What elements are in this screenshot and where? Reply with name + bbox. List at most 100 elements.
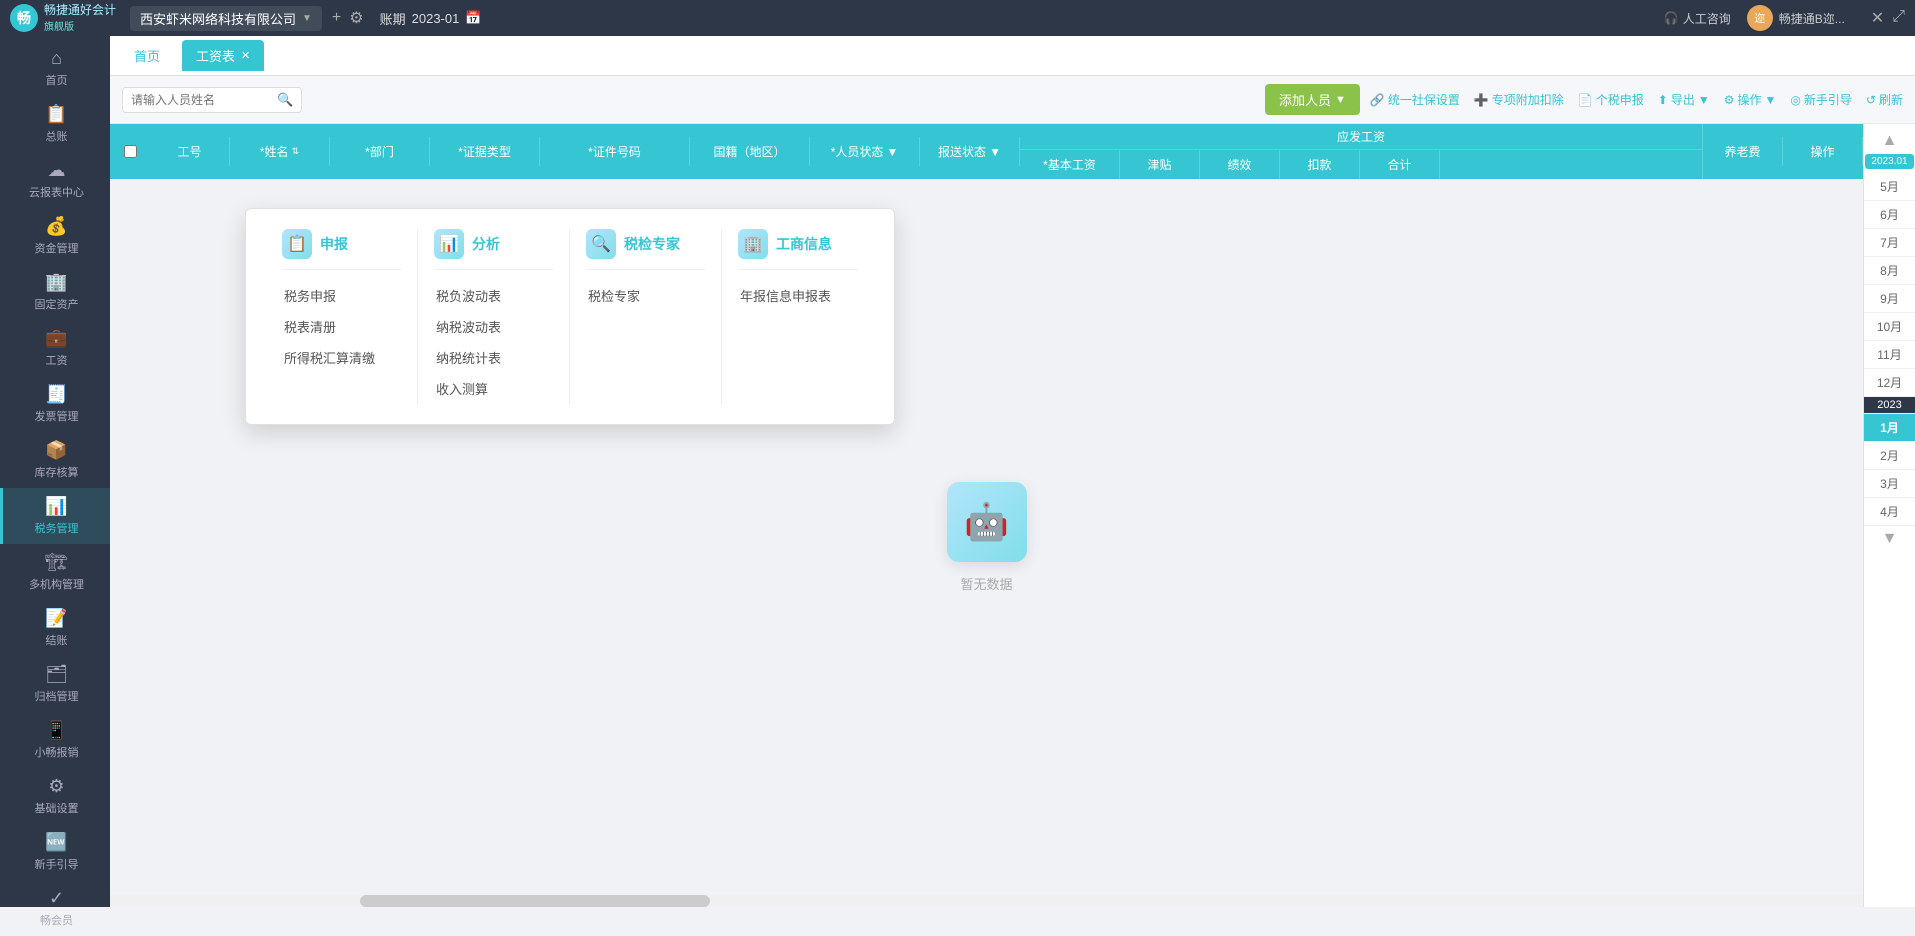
scrollbar-area[interactable] [110,895,1863,907]
th-base-wage: *基本工资 [1020,150,1120,179]
th-dept: *部门 [330,137,430,166]
archive-icon: 🗂 [45,664,68,685]
logo-icon: 畅 [10,4,38,32]
menu-item-tax-statistics[interactable]: 纳税统计表 [434,342,553,373]
member-icon: ✓ [49,888,64,909]
menu-item-annual-report[interactable]: 年报信息申报表 [738,280,858,311]
cal-month-5[interactable]: 5月 [1864,173,1915,201]
menu-item-income-tax-settlement[interactable]: 所得税汇算清缴 [282,342,401,373]
table-header: 工号 *姓名 ⇅ *部门 *证据类型 *证件号码 国籍（地区） *人员状态 ▼ … [110,124,1863,179]
add-person-button[interactable]: 添加人员 ▼ [1265,84,1360,115]
settlement-icon: 📝 [45,608,67,629]
cal-month-3[interactable]: 3月 [1864,470,1915,498]
search-input[interactable] [131,93,271,107]
settings-icon[interactable]: ⚙ [349,8,363,28]
menu-item-tax-table-list[interactable]: 税表清册 [282,311,401,342]
th-id-number: *证件号码 [540,137,690,166]
sidebar-item-xiaochang[interactable]: 📱 小畅报销 [0,712,110,768]
sidebar-item-tax[interactable]: 📊 税务管理 [0,488,110,544]
guide-action[interactable]: ◎ 新手引导 [1790,91,1852,108]
company-selector[interactable]: 西安虾米网络科技有限公司 ▼ [130,6,322,31]
th-deduction: 扣款 [1280,150,1360,179]
calendar-icon[interactable]: 📅 [465,10,481,26]
operations-action[interactable]: ⚙ 操作 ▼ [1724,91,1777,108]
filter-icon[interactable]: ▼ [989,145,1001,159]
cal-month-10[interactable]: 10月 [1864,313,1915,341]
xiaochang-icon: 📱 [45,720,67,741]
maximize-icon[interactable]: ⤢ [1892,8,1905,28]
sort-icon[interactable]: ⇅ [292,146,300,157]
tab-close-icon[interactable]: ✕ [241,49,250,62]
cal-month-12[interactable]: 12月 [1864,369,1915,397]
personal-tax-action[interactable]: 📄 个税申报 [1578,91,1644,108]
menu-item-tax-fluctuation[interactable]: 纳税波动表 [434,311,553,342]
menu-item-tax-declaration[interactable]: 税务申报 [282,280,401,311]
menu-item-income-forecast[interactable]: 收入测算 [434,373,553,404]
sidebar-item-salary[interactable]: 💼 工资 [0,320,110,376]
sidebar-item-inventory[interactable]: 📦 库存核算 [0,432,110,488]
sidebar-item-fund[interactable]: 💰 资金管理 [0,208,110,264]
close-icon[interactable]: ✕ [1871,8,1884,28]
service-button[interactable]: 🎧 人工咨询 [1664,10,1731,27]
sidebar-item-home[interactable]: ⌂ 首页 [0,40,110,96]
social-security-action[interactable]: 🔗 统一社保设置 [1370,91,1460,108]
home-icon: ⌂ [51,48,62,69]
user-profile[interactable]: 迩 畅捷通B迩... [1747,5,1845,31]
export-action[interactable]: ⬆ 导出 ▼ [1658,91,1710,108]
special-deduction-action[interactable]: ➕ 专项附加扣除 [1474,91,1564,108]
sidebar-item-basic-settings[interactable]: ⚙ 基础设置 [0,768,110,824]
cal-month-2[interactable]: 2月 [1864,442,1915,470]
cal-month-11[interactable]: 11月 [1864,341,1915,369]
declaration-icon: 📋 [282,229,312,259]
cal-month-9[interactable]: 9月 [1864,285,1915,313]
calendar-nav-down[interactable]: ▼ [1878,526,1902,552]
sidebar-item-guide[interactable]: 🆕 新手引导 [0,824,110,880]
content-body: 工号 *姓名 ⇅ *部门 *证据类型 *证件号码 国籍（地区） *人员状态 ▼ … [110,124,1915,907]
th-total: 合计 [1360,150,1440,179]
sidebar: ⌂ 首页 📋 总账 ☁ 云报表中心 💰 资金管理 🏢 固定资产 💼 工资 🧾 发… [0,36,110,907]
cal-month-7[interactable]: 7月 [1864,229,1915,257]
business-icon: 🏢 [738,229,768,259]
th-checkbox[interactable] [110,145,150,158]
calendar-year-header: 2023.01 [1865,154,1913,169]
export-icon: ⬆ [1658,93,1668,107]
sidebar-item-invoice[interactable]: 🧾 发票管理 [0,376,110,432]
content-area: 首页 工资表 ✕ 🔍 添加人员 ▼ 🔗 统一社保设置 [110,36,1915,907]
th-report-status: 报送状态 ▼ [920,137,1020,166]
arrow-down-icon: ▼ [1765,93,1777,107]
cal-month-8[interactable]: 8月 [1864,257,1915,285]
filter-icon[interactable]: ▼ [886,145,898,159]
tax-icon: 📊 [45,496,67,517]
th-domicile: 国籍（地区） [690,137,810,166]
sidebar-item-member[interactable]: ✓ 畅会员 [0,880,110,936]
add-icon[interactable]: + [332,9,341,27]
menu-item-tax-expert[interactable]: 税检专家 [586,280,705,311]
dropdown-menu: 📋 申报 税务申报 税表清册 所得税汇算清缴 📊 分析 [245,208,895,425]
scrollbar-thumb[interactable] [360,895,710,907]
th-performance: 绩效 [1200,150,1280,179]
sidebar-item-ledger[interactable]: 📋 总账 [0,96,110,152]
period-info: 账期 2023-01 📅 [380,9,482,28]
calendar-nav-up[interactable]: ▲ [1878,128,1902,154]
main-layout: ⌂ 首页 📋 总账 ☁ 云报表中心 💰 资金管理 🏢 固定资产 💼 工资 🧾 发… [0,36,1915,907]
sidebar-item-fixed-assets[interactable]: 🏢 固定资产 [0,264,110,320]
menu-item-tax-burden-fluctuation[interactable]: 税负波动表 [434,280,553,311]
cal-month-1[interactable]: 1月 [1864,414,1915,442]
sidebar-item-cloud-report[interactable]: ☁ 云报表中心 [0,152,110,208]
tab-home[interactable]: 首页 [120,40,174,71]
cal-month-4[interactable]: 4月 [1864,498,1915,526]
top-bar-actions: 🎧 人工咨询 迩 畅捷通B迩... ✕ ⤢ [1664,5,1905,31]
sidebar-item-multi-org[interactable]: 🏗 多机构管理 [0,544,110,600]
table-area: 工号 *姓名 ⇅ *部门 *证据类型 *证件号码 国籍（地区） *人员状态 ▼ … [110,124,1863,907]
sidebar-item-settlement[interactable]: 📝 结账 [0,600,110,656]
refresh-action[interactable]: ↺ 刷新 [1866,91,1903,108]
search-input-wrapper: 🔍 [122,87,302,113]
sidebar-item-archive[interactable]: 🗂 归档管理 [0,656,110,712]
dropdown-col-declaration: 📋 申报 税务申报 税表清册 所得税汇算清缴 [266,229,418,404]
wage-sub-cols: *基本工资 津贴 绩效 扣款 合计 [1020,150,1702,179]
select-all-checkbox[interactable] [124,145,137,158]
link-icon: 🔗 [1370,93,1385,107]
cal-month-6[interactable]: 6月 [1864,201,1915,229]
basic-settings-icon: ⚙ [48,776,64,797]
tab-salary-table[interactable]: 工资表 ✕ [182,40,264,71]
